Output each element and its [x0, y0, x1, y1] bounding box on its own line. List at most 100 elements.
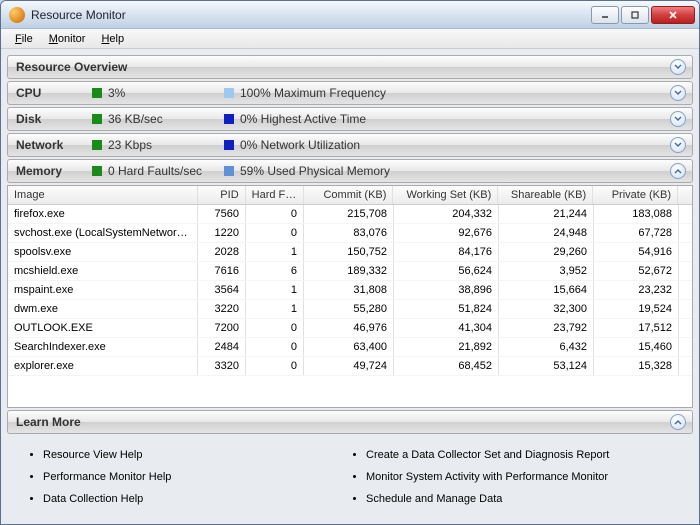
cell: 0: [246, 224, 304, 242]
disk-active-indicator: [224, 114, 234, 124]
cell: svchost.exe (LocalSystemNetworkRest...: [8, 224, 198, 242]
memory-used-value: 59% Used Physical Memory: [240, 164, 390, 178]
help-link[interactable]: Monitor System Activity with Performance…: [366, 466, 673, 488]
help-link[interactable]: Data Collection Help: [43, 488, 350, 510]
disk-label: Disk: [16, 112, 86, 126]
cpu-usage-indicator: [92, 88, 102, 98]
window-title: Resource Monitor: [31, 8, 591, 22]
section-title: Resource Overview: [16, 60, 127, 74]
cell: 84,176: [394, 243, 499, 261]
table-row[interactable]: mcshield.exe76166189,33256,6243,95252,67…: [8, 262, 692, 281]
cell: 7200: [198, 319, 246, 337]
cell: 17,512: [594, 319, 679, 337]
table-row[interactable]: dwm.exe3220155,28051,82432,30019,524: [8, 300, 692, 319]
col-image[interactable]: Image: [8, 186, 198, 204]
section-resource-overview[interactable]: Resource Overview: [7, 55, 693, 79]
col-hardfaults[interactable]: Hard Fa...: [246, 186, 304, 204]
network-io-indicator: [92, 140, 102, 150]
cell: 23,792: [499, 319, 594, 337]
col-workingset[interactable]: Working Set (KB): [393, 186, 498, 204]
col-commit[interactable]: Commit (KB): [304, 186, 394, 204]
resource-monitor-window: Resource Monitor File Monitor Help Resou…: [0, 0, 700, 525]
cell: 31,808: [304, 281, 394, 299]
table-row[interactable]: spoolsv.exe20281150,75284,17629,26054,91…: [8, 243, 692, 262]
cell: 56,624: [394, 262, 499, 280]
table-row[interactable]: OUTLOOK.EXE7200046,97641,30423,79217,512: [8, 319, 692, 338]
cell: 0: [246, 205, 304, 223]
cell: 49,724: [304, 357, 394, 375]
minimize-button[interactable]: [591, 6, 619, 24]
learn-more-panel: Resource View HelpPerformance Monitor He…: [7, 436, 693, 518]
memory-used-indicator: [224, 166, 234, 176]
table-row[interactable]: svchost.exe (LocalSystemNetworkRest...12…: [8, 224, 692, 243]
collapse-icon[interactable]: [670, 59, 686, 75]
expand-network-icon[interactable]: [670, 137, 686, 153]
cpu-frequency-value: 100% Maximum Frequency: [240, 86, 386, 100]
app-icon: [9, 7, 25, 23]
table-header: Image PID Hard Fa... Commit (KB) Working…: [8, 186, 692, 205]
close-button[interactable]: [651, 6, 695, 24]
table-row[interactable]: explorer.exe3320049,72468,45253,12415,32…: [8, 357, 692, 376]
cell: 24,948: [499, 224, 594, 242]
cell: firefox.exe: [8, 205, 198, 223]
network-io-value: 23 Kbps: [108, 138, 218, 152]
memory-faults-indicator: [92, 166, 102, 176]
table-body[interactable]: firefox.exe75600215,708204,33221,244183,…: [8, 205, 692, 407]
cell: OUTLOOK.EXE: [8, 319, 198, 337]
cell: 55,280: [304, 300, 394, 318]
collapse-memory-icon[interactable]: [670, 163, 686, 179]
cell: mcshield.exe: [8, 262, 198, 280]
cell: spoolsv.exe: [8, 243, 198, 261]
section-disk[interactable]: Disk 36 KB/sec 0% Highest Active Time: [7, 107, 693, 131]
disk-io-value: 36 KB/sec: [108, 112, 218, 126]
help-link[interactable]: Performance Monitor Help: [43, 466, 350, 488]
expand-disk-icon[interactable]: [670, 111, 686, 127]
section-network[interactable]: Network 23 Kbps 0% Network Utilization: [7, 133, 693, 157]
cell: 19,524: [594, 300, 679, 318]
cell: 54,916: [594, 243, 679, 261]
cell: 52,672: [594, 262, 679, 280]
menu-file[interactable]: File: [7, 31, 41, 47]
menu-help[interactable]: Help: [93, 31, 132, 47]
cell: 1: [246, 300, 304, 318]
titlebar[interactable]: Resource Monitor: [1, 1, 699, 29]
col-private[interactable]: Private (KB): [593, 186, 678, 204]
help-link[interactable]: Resource View Help: [43, 444, 350, 466]
cell: 23,232: [594, 281, 679, 299]
help-link[interactable]: Create a Data Collector Set and Diagnosi…: [366, 444, 673, 466]
cpu-freq-indicator: [224, 88, 234, 98]
cell: 0: [246, 357, 304, 375]
table-row[interactable]: firefox.exe75600215,708204,33221,244183,…: [8, 205, 692, 224]
cell: 0: [246, 319, 304, 337]
section-memory[interactable]: Memory 0 Hard Faults/sec 59% Used Physic…: [7, 159, 693, 183]
cell: SearchIndexer.exe: [8, 338, 198, 356]
cell: 68,452: [394, 357, 499, 375]
col-shareable[interactable]: Shareable (KB): [498, 186, 593, 204]
window-buttons: [591, 6, 695, 24]
cell: 83,076: [304, 224, 394, 242]
help-link[interactable]: Schedule and Manage Data: [366, 488, 673, 510]
maximize-button[interactable]: [621, 6, 649, 24]
cell: 32,300: [499, 300, 594, 318]
expand-cpu-icon[interactable]: [670, 85, 686, 101]
table-row[interactable]: SearchIndexer.exe2484063,40021,8926,4321…: [8, 338, 692, 357]
cell: 51,824: [394, 300, 499, 318]
section-learn-more[interactable]: Learn More: [7, 410, 693, 434]
network-util-value: 0% Network Utilization: [240, 138, 360, 152]
cell: 3220: [198, 300, 246, 318]
cell: 3,952: [499, 262, 594, 280]
cell: 1220: [198, 224, 246, 242]
cell: 15,460: [594, 338, 679, 356]
cell: 1: [246, 281, 304, 299]
cell: 6: [246, 262, 304, 280]
collapse-learn-icon[interactable]: [670, 414, 686, 430]
cell: 150,752: [304, 243, 394, 261]
cell: 7616: [198, 262, 246, 280]
section-cpu[interactable]: CPU 3% 100% Maximum Frequency: [7, 81, 693, 105]
cell: 21,244: [499, 205, 594, 223]
cell: 53,124: [499, 357, 594, 375]
menu-monitor[interactable]: Monitor: [41, 31, 94, 47]
cell: 46,976: [304, 319, 394, 337]
col-pid[interactable]: PID: [198, 186, 246, 204]
table-row[interactable]: mspaint.exe3564131,80838,89615,66423,232: [8, 281, 692, 300]
